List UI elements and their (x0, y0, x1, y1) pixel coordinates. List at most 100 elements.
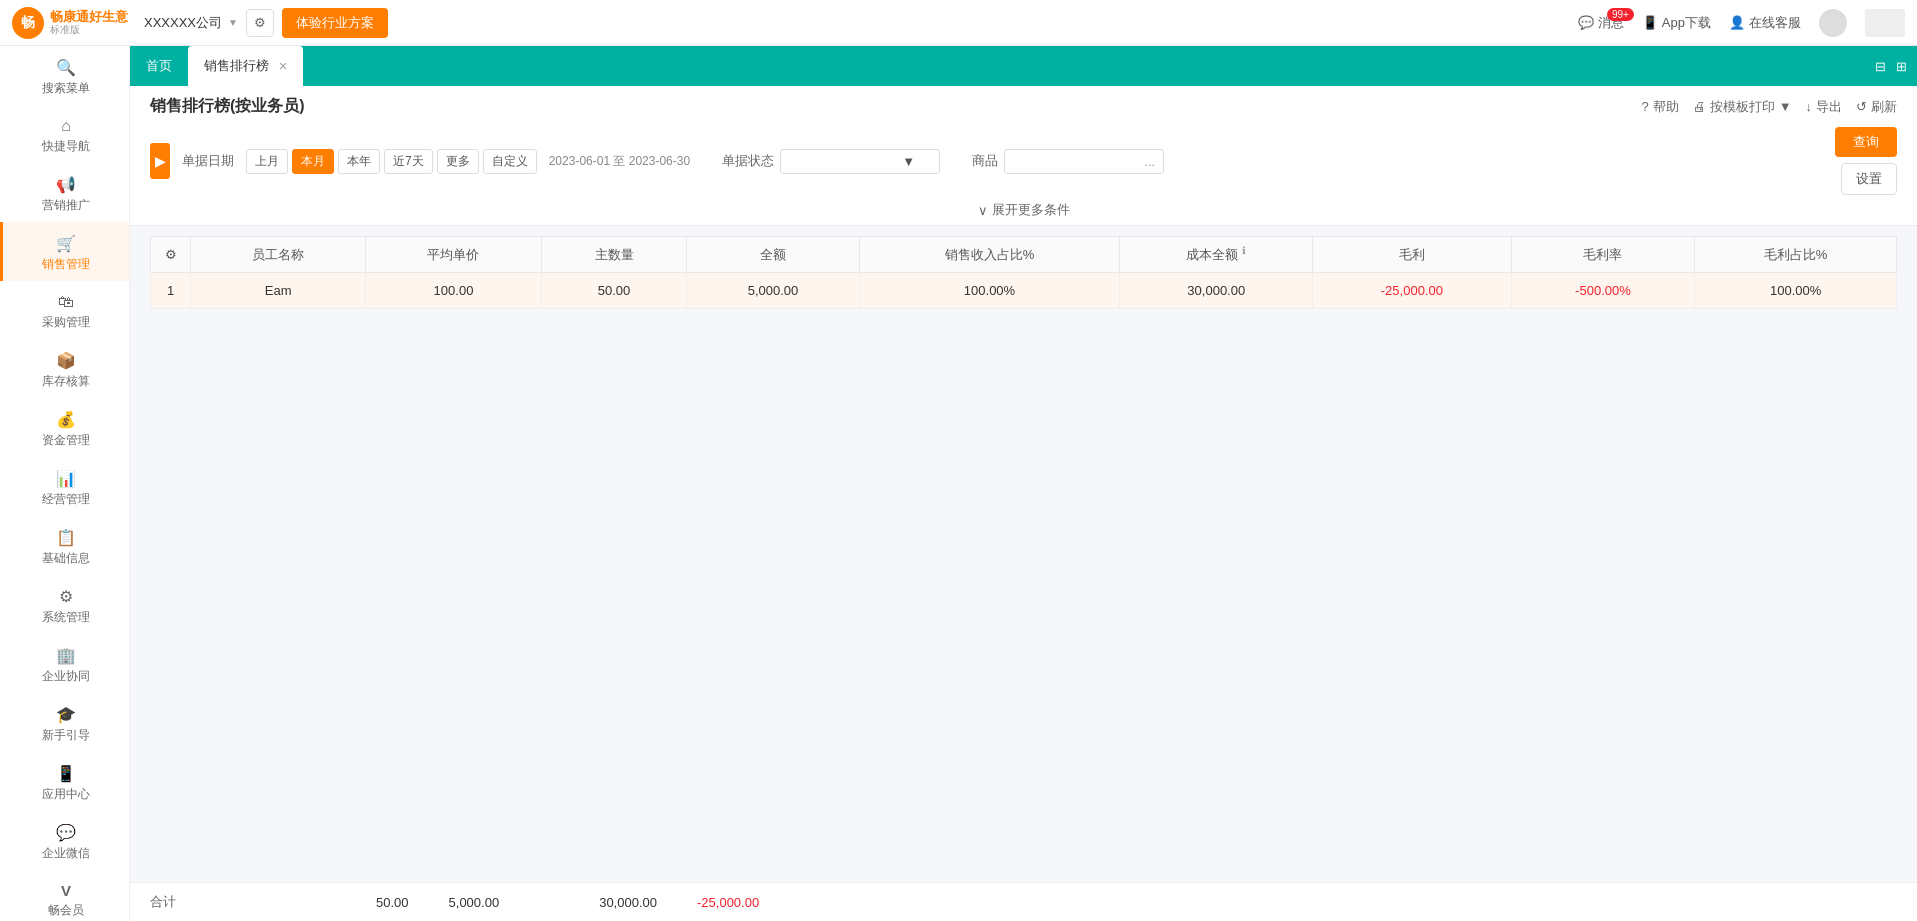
expand-more-btn[interactable]: ∨ 展开更多条件 (150, 195, 1897, 225)
filter-row: ▶ 单据日期 上月 本月 本年 近7天 更多 自定义 2023-06-01 至 … (150, 127, 1897, 195)
sidebar-item-system[interactable]: ⚙ 系统管理 (0, 575, 129, 634)
table-container: ⚙ 员工名称 平均单价 主数量 全额 销售收入占比% 成本全额 ℹ 毛利 毛利率… (130, 226, 1917, 882)
filter-settings-button[interactable]: 设置 (1841, 163, 1897, 195)
filter-area: ▶ 单据日期 上月 本月 本年 近7天 更多 自定义 2023-06-01 至 … (150, 127, 1897, 225)
date-btn-more[interactable]: 更多 (437, 149, 479, 174)
help-label: 帮助 (1653, 98, 1679, 116)
wechat-icon: 💬 (56, 823, 76, 842)
cell-gross-rate: -500.00% (1511, 273, 1695, 309)
footer-label: 合计 (150, 893, 176, 911)
export-label: 导出 (1816, 98, 1842, 116)
app-download-item[interactable]: 📱 App下载 (1642, 14, 1711, 32)
cell-gross-pct: 100.00% (1695, 273, 1897, 309)
apps-icon: 📱 (56, 764, 76, 783)
page-title: 销售排行榜(按业务员) (150, 96, 305, 117)
goods-label: 商品 (972, 152, 998, 170)
col-gross-pct: 毛利占比% (1695, 237, 1897, 273)
cell-amount: 5,000.00 (687, 273, 859, 309)
avatar[interactable] (1819, 9, 1847, 37)
footer-gross: -25,000.00 (697, 895, 759, 910)
tab-sales-ranking[interactable]: 销售排行榜 × (188, 46, 303, 86)
trial-button[interactable]: 体验行业方案 (282, 8, 388, 38)
sidebar-item-inventory[interactable]: 📦 库存核算 (0, 339, 129, 398)
main-layout: 🔍 搜索菜单 ⌂ 快捷导航 📢 营销推广 🛒 销售管理 🛍 采购管理 📦 库存核… (0, 46, 1917, 921)
tab-bar: 首页 销售排行榜 × ⊟ ⊞ (130, 46, 1917, 86)
export-icon: ↓ (1806, 99, 1813, 114)
settings-icon[interactable]: ⚙ (246, 9, 274, 37)
page-actions: ? 帮助 🖨 按模板打印 ▼ ↓ 导出 ↺ (1641, 98, 1897, 116)
query-area: 查询 设置 (1835, 127, 1897, 195)
expand-icon: ∨ (978, 203, 988, 218)
date-range: 2023-06-01 至 2023-06-30 (549, 153, 690, 170)
col-avg-price: 平均单价 (366, 237, 541, 273)
purchase-icon: 🛍 (58, 293, 74, 311)
goods-input[interactable]: ... (1004, 149, 1164, 174)
status-select[interactable]: ▼ (780, 149, 940, 174)
date-btn-this-month[interactable]: 本月 (292, 149, 334, 174)
date-btn-7days[interactable]: 近7天 (384, 149, 433, 174)
collapse-button[interactable]: ▶ (150, 143, 170, 179)
cell-avg-price: 100.00 (366, 273, 541, 309)
template-print-label: 按模板打印 (1710, 98, 1775, 116)
cell-cost: 30,000.00 (1120, 273, 1313, 309)
sidebar-item-purchase[interactable]: 🛍 采购管理 (0, 281, 129, 339)
goods-filter: 商品 ... (972, 149, 1164, 174)
company-name: XXXXXX公司 (144, 14, 222, 32)
inventory-icon: 📦 (56, 351, 76, 370)
status-label: 单据状态 (722, 152, 774, 170)
query-button[interactable]: 查询 (1835, 127, 1897, 157)
sidebar-item-shortcut[interactable]: ⌂ 快捷导航 (0, 105, 129, 163)
date-btn-this-year[interactable]: 本年 (338, 149, 380, 174)
refresh-button[interactable]: ↺ 刷新 (1856, 98, 1897, 116)
column-settings-icon[interactable]: ⚙ (165, 247, 177, 262)
footer-amount: 5,000.00 (449, 895, 500, 910)
guide-icon: 🎓 (56, 705, 76, 724)
sidebar-item-guide[interactable]: 🎓 新手引导 (0, 693, 129, 752)
online-service-label: 在线客服 (1749, 14, 1801, 32)
date-btn-group: 上月 本月 本年 近7天 更多 自定义 (246, 149, 537, 174)
service-icon: 👤 (1729, 15, 1745, 30)
sidebar-item-basic[interactable]: 📋 基础信息 (0, 516, 129, 575)
sidebar-item-marketing[interactable]: 📢 营销推广 (0, 163, 129, 222)
cell-gross: -25,000.00 (1313, 273, 1512, 309)
enterprise-icon: 🏢 (56, 646, 76, 665)
message-badge: 99+ (1607, 8, 1634, 21)
tab-maximize-icon[interactable]: ⊞ (1896, 59, 1907, 74)
goods-input-more: ... (1144, 154, 1155, 169)
home-tab-label: 首页 (146, 57, 172, 75)
sidebar-item-finance[interactable]: 💰 资金管理 (0, 398, 129, 457)
sidebar-item-operations[interactable]: 📊 经营管理 (0, 457, 129, 516)
sidebar: 🔍 搜索菜单 ⌂ 快捷导航 📢 营销推广 🛒 销售管理 🛍 采购管理 📦 库存核… (0, 46, 130, 921)
sidebar-item-enterprise[interactable]: 🏢 企业协同 (0, 634, 129, 693)
print-dropdown-icon: ▼ (1779, 99, 1792, 114)
download-icon: 📱 (1642, 15, 1658, 30)
message-item[interactable]: 💬 消息 99+ (1578, 14, 1624, 32)
company-selector[interactable]: XXXXXX公司 ▼ (144, 14, 238, 32)
top-bar-right: 💬 消息 99+ 📱 App下载 👤 在线客服 (1578, 9, 1905, 37)
col-sales-pct: 销售收入占比% (859, 237, 1120, 273)
tab-minimize-icon[interactable]: ⊟ (1875, 59, 1886, 74)
cell-rank-num: 1 (151, 273, 191, 309)
help-button[interactable]: ? 帮助 (1641, 98, 1678, 116)
page-header: 销售排行榜(按业务员) ? 帮助 🖨 按模板打印 ▼ ↓ (130, 86, 1917, 226)
sidebar-item-wechat[interactable]: 💬 企业微信 (0, 811, 129, 870)
date-btn-last-month[interactable]: 上月 (246, 149, 288, 174)
user-name-placeholder (1865, 9, 1905, 37)
col-rank: 员工名称 (191, 237, 366, 273)
refresh-icon: ↺ (1856, 99, 1867, 114)
sidebar-item-search[interactable]: 🔍 搜索菜单 (0, 46, 129, 105)
export-button[interactable]: ↓ 导出 (1806, 98, 1843, 116)
sidebar-item-sales[interactable]: 🛒 销售管理 (0, 222, 129, 281)
basic-icon: 📋 (56, 528, 76, 547)
date-btn-custom[interactable]: 自定义 (483, 149, 537, 174)
online-service-item[interactable]: 👤 在线客服 (1729, 14, 1801, 32)
operations-icon: 📊 (56, 469, 76, 488)
tab-home[interactable]: 首页 (130, 46, 188, 86)
cell-main-qty: 50.00 (541, 273, 687, 309)
member-icon: V (61, 882, 71, 899)
sales-icon: 🛒 (56, 234, 76, 253)
template-print-button[interactable]: 🖨 按模板打印 ▼ (1693, 98, 1792, 116)
sidebar-item-member[interactable]: V 畅会员 (0, 870, 129, 921)
tab-close-icon[interactable]: × (279, 58, 287, 74)
sidebar-item-apps[interactable]: 📱 应用中心 (0, 752, 129, 811)
